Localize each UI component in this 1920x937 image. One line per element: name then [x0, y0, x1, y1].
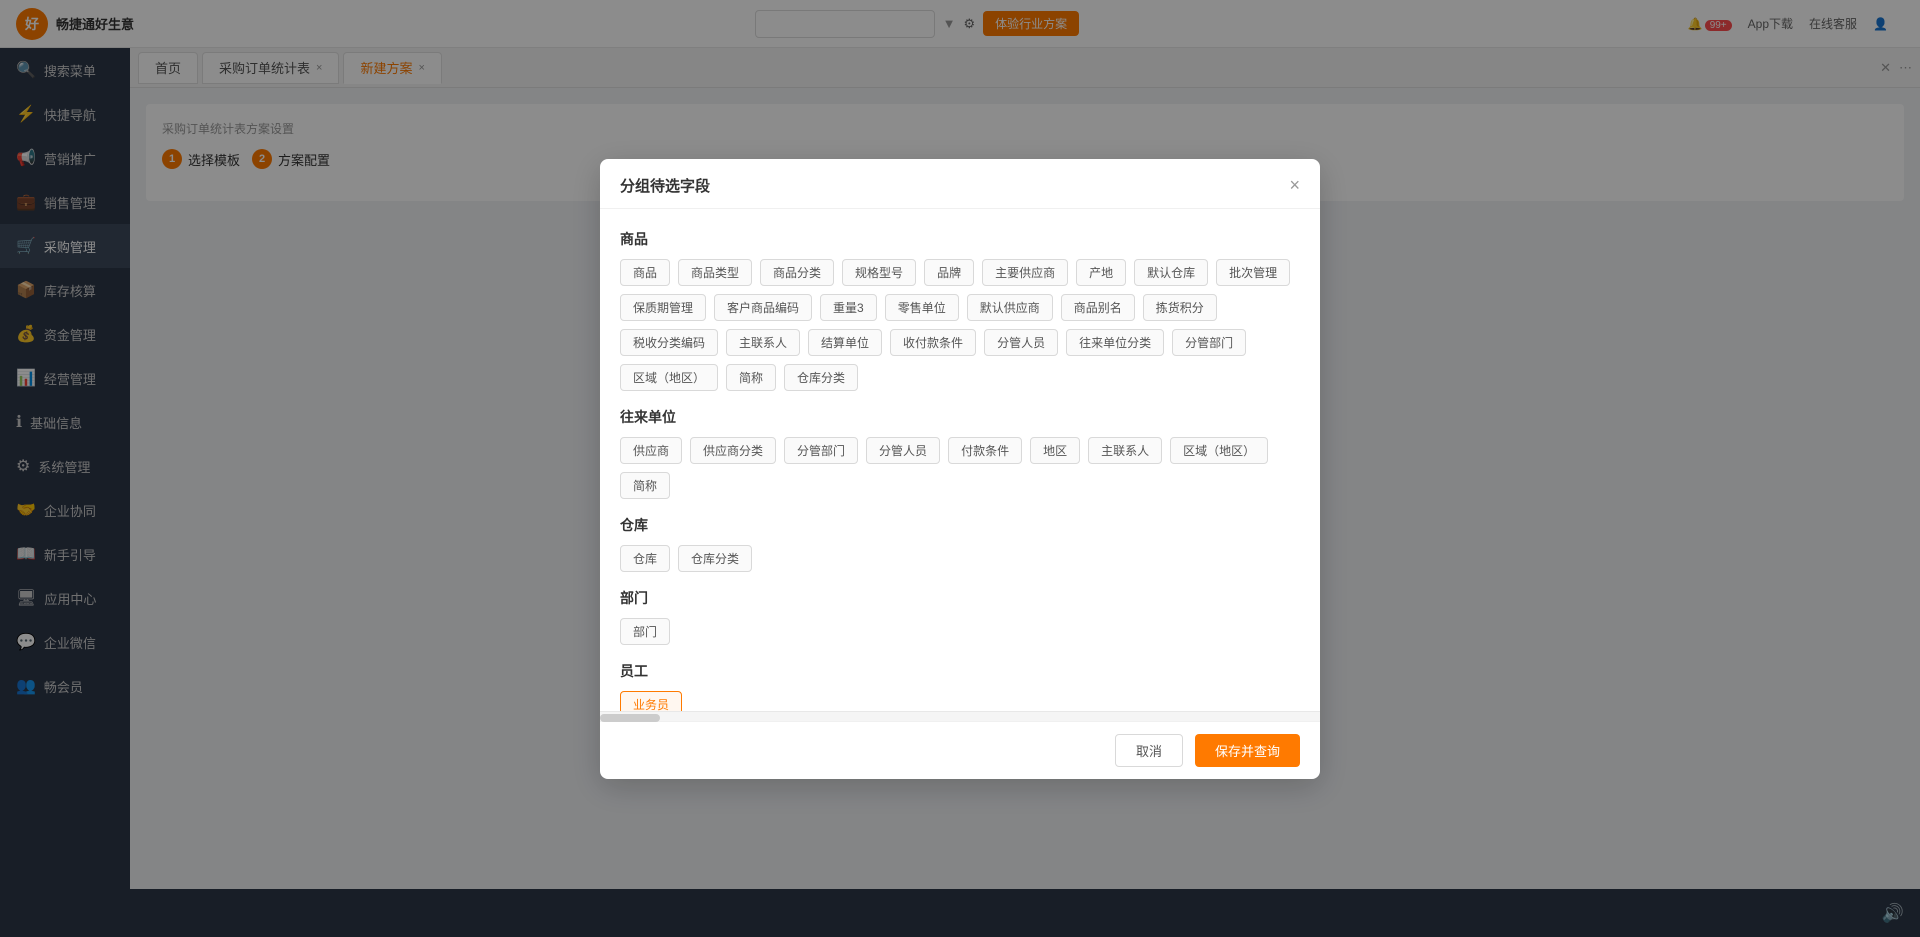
field-district[interactable]: 地区 — [1030, 437, 1080, 464]
field-spec-model[interactable]: 规格型号 — [842, 259, 916, 286]
dialog-body[interactable]: 商品 商品 商品类型 商品分类 规格型号 品牌 主要供应商 产地 默认仓库 批次… — [600, 209, 1320, 712]
section-staff-title: 员工 — [620, 661, 1300, 681]
field-partner-person[interactable]: 分管人员 — [866, 437, 940, 464]
field-pick-points[interactable]: 拣货积分 — [1143, 294, 1217, 321]
field-weight3[interactable]: 重量3 — [820, 294, 877, 321]
field-batch-mgmt[interactable]: 批次管理 — [1216, 259, 1290, 286]
field-product-category[interactable]: 商品分类 — [760, 259, 834, 286]
field-brand[interactable]: 品牌 — [924, 259, 974, 286]
field-salesperson[interactable]: 业务员 — [620, 691, 682, 712]
field-group-dept: 部门 — [620, 618, 1300, 645]
field-partner-contact[interactable]: 主联系人 — [1088, 437, 1162, 464]
field-group-product: 商品 商品类型 商品分类 规格型号 品牌 主要供应商 产地 默认仓库 批次管理 … — [620, 259, 1300, 391]
field-group-staff: 业务员 — [620, 691, 1300, 712]
field-main-contact[interactable]: 主联系人 — [726, 329, 800, 356]
field-default-supplier[interactable]: 默认供应商 — [967, 294, 1053, 321]
dialog-hscroll[interactable] — [600, 711, 1320, 720]
field-region[interactable]: 区域（地区） — [620, 364, 718, 391]
field-expiry-mgmt[interactable]: 保质期管理 — [620, 294, 706, 321]
field-warehouse-cat[interactable]: 仓库分类 — [784, 364, 858, 391]
field-select-dialog: 分组待选字段 × 商品 商品 商品类型 商品分类 规格型号 品牌 主要供应商 产… — [600, 159, 1320, 779]
field-product-alias[interactable]: 商品别名 — [1061, 294, 1135, 321]
field-unit-category[interactable]: 往来单位分类 — [1066, 329, 1164, 356]
dialog-title: 分组待选字段 — [620, 175, 710, 196]
section-dept-title: 部门 — [620, 588, 1300, 608]
field-origin[interactable]: 产地 — [1076, 259, 1126, 286]
section-warehouse-title: 仓库 — [620, 515, 1300, 535]
hscroll-thumb[interactable] — [600, 714, 660, 722]
field-product[interactable]: 商品 — [620, 259, 670, 286]
field-main-supplier[interactable]: 主要供应商 — [982, 259, 1068, 286]
field-tax-code[interactable]: 税收分类编码 — [620, 329, 718, 356]
field-customer-code[interactable]: 客户商品编码 — [714, 294, 812, 321]
field-partner-region[interactable]: 区域（地区） — [1170, 437, 1268, 464]
field-payment-terms[interactable]: 收付款条件 — [890, 329, 976, 356]
field-supplier[interactable]: 供应商 — [620, 437, 682, 464]
field-default-warehouse[interactable]: 默认仓库 — [1134, 259, 1208, 286]
field-partner-dept[interactable]: 分管部门 — [784, 437, 858, 464]
field-pay-terms[interactable]: 付款条件 — [948, 437, 1022, 464]
field-retail-unit[interactable]: 零售单位 — [885, 294, 959, 321]
cancel-button[interactable]: 取消 — [1115, 734, 1183, 767]
field-group-partner: 供应商 供应商分类 分管部门 分管人员 付款条件 地区 主联系人 区域（地区） … — [620, 437, 1300, 499]
field-department[interactable]: 部门 — [620, 618, 670, 645]
dialog-footer: 取消 保存并查询 — [600, 721, 1320, 779]
confirm-button[interactable]: 保存并查询 — [1195, 734, 1300, 767]
modal-overlay: 分组待选字段 × 商品 商品 商品类型 商品分类 规格型号 品牌 主要供应商 产… — [0, 0, 1920, 937]
field-supervisor[interactable]: 分管人员 — [984, 329, 1058, 356]
field-warehouse[interactable]: 仓库 — [620, 545, 670, 572]
field-dept[interactable]: 分管部门 — [1172, 329, 1246, 356]
field-product-type[interactable]: 商品类型 — [678, 259, 752, 286]
dialog-header: 分组待选字段 × — [600, 159, 1320, 209]
field-warehouse-category[interactable]: 仓库分类 — [678, 545, 752, 572]
field-abbr[interactable]: 简称 — [726, 364, 776, 391]
field-partner-abbr[interactable]: 简称 — [620, 472, 670, 499]
dialog-close-btn[interactable]: × — [1289, 175, 1300, 196]
field-supplier-cat[interactable]: 供应商分类 — [690, 437, 776, 464]
field-group-warehouse: 仓库 仓库分类 — [620, 545, 1300, 572]
section-partner-title: 往来单位 — [620, 407, 1300, 427]
section-product-title: 商品 — [620, 229, 1300, 249]
field-settlement-unit[interactable]: 结算单位 — [808, 329, 882, 356]
